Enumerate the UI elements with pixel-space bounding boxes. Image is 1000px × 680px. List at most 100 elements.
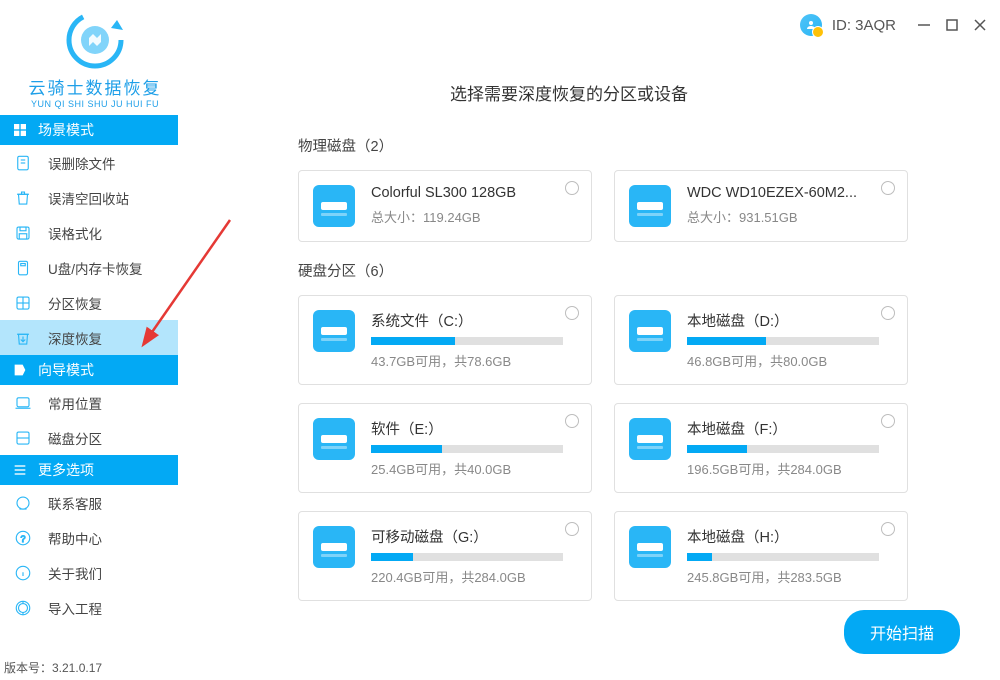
partition-usage: 245.8GB可用，共283.5GB (687, 567, 891, 586)
sidebar-item-usb-recovery[interactable]: U盘/内存卡恢复 (0, 250, 178, 285)
minimize-button[interactable] (914, 15, 934, 35)
radio-icon[interactable] (881, 414, 895, 428)
radio-icon[interactable] (565, 306, 579, 320)
sidebar-item-about[interactable]: 关于我们 (0, 555, 178, 590)
headset-icon (14, 494, 32, 512)
sidebar-item-label: 深度恢复 (48, 328, 102, 348)
info-icon (14, 564, 32, 582)
radio-icon[interactable] (565, 414, 579, 428)
section-physical-label: 物理磁盘（2） (298, 135, 960, 156)
sidebar-item-formatted[interactable]: 误格式化 (0, 215, 178, 250)
help-icon: ? (14, 529, 32, 547)
drive-icon (629, 185, 671, 227)
sidebar-item-deleted-files[interactable]: 误删除文件 (0, 145, 178, 180)
partition-card[interactable]: 本地磁盘（H:） 245.8GB可用，共283.5GB (614, 511, 908, 601)
sidebar-item-label: 误删除文件 (48, 153, 116, 173)
usage-bar (371, 337, 563, 345)
sidebar-item-partition-recovery[interactable]: 分区恢复 (0, 285, 178, 320)
start-scan-button[interactable]: 开始扫描 (844, 610, 960, 654)
sidebar-header-label: 场景模式 (38, 120, 94, 140)
sidebar-item-deep-recovery[interactable]: 深度恢复 (0, 320, 178, 355)
partition-icon (14, 294, 32, 312)
sidebar-item-recycle-bin[interactable]: 误清空回收站 (0, 180, 178, 215)
sidebar-item-label: 联系客服 (48, 493, 102, 513)
user-id-label: ID: 3AQR (832, 17, 896, 34)
partition-title: 本地磁盘（F:） (687, 418, 891, 439)
drive-icon (313, 185, 355, 227)
svg-text:?: ? (20, 533, 25, 543)
usage-bar (687, 553, 879, 561)
partition-title: 系统文件（C:） (371, 310, 575, 331)
sidebar-item-label: 误清空回收站 (48, 188, 129, 208)
main-panel: 选择需要深度恢复的分区或设备 物理磁盘（2） Colorful SL300 12… (178, 60, 1000, 680)
partition-usage: 25.4GB可用，共40.0GB (371, 459, 575, 478)
user-id-icon (800, 14, 822, 36)
drive-icon (313, 418, 355, 460)
sidebar-item-common-location[interactable]: 常用位置 (0, 385, 178, 420)
partition-card[interactable]: 本地磁盘（D:） 46.8GB可用，共80.0GB (614, 295, 908, 385)
section-partition-label: 硬盘分区（6） (298, 260, 960, 281)
disk-icon (14, 429, 32, 447)
partition-usage: 43.7GB可用，共78.6GB (371, 351, 575, 370)
sidebar-item-import[interactable]: 导入工程 (0, 590, 178, 625)
close-button[interactable] (970, 15, 990, 35)
partition-title: 软件（E:） (371, 418, 575, 439)
drive-icon (629, 310, 671, 352)
usb-icon (14, 259, 32, 277)
trash-icon (14, 189, 32, 207)
sidebar-item-label: 磁盘分区 (48, 428, 102, 448)
partition-card[interactable]: 可移动磁盘（G:） 220.4GB可用，共284.0GB (298, 511, 592, 601)
sidebar-item-label: 误格式化 (48, 223, 102, 243)
sidebar-item-help[interactable]: ? 帮助中心 (0, 520, 178, 555)
sidebar-header-wizard[interactable]: 向导模式 (0, 355, 178, 385)
sidebar-item-label: 导入工程 (48, 598, 102, 618)
app-logo: 云骑士数据恢复 YUN QI SHI SHU JU HUI FU (20, 10, 170, 109)
partition-title: 本地磁盘（H:） (687, 526, 891, 547)
version-label: 版本号：3.21.0.17 (4, 659, 102, 676)
drive-icon (313, 526, 355, 568)
usage-bar (687, 337, 879, 345)
maximize-button[interactable] (942, 15, 962, 35)
partition-usage: 220.4GB可用，共284.0GB (371, 567, 575, 586)
usage-bar (371, 445, 563, 453)
sidebar-header-more[interactable]: 更多选项 (0, 455, 178, 485)
sidebar-header-label: 更多选项 (38, 460, 94, 480)
physical-disk-card[interactable]: WDC WD10EZEX-60M2... 总大小：931.51GB (614, 170, 908, 242)
radio-icon[interactable] (881, 306, 895, 320)
sidebar-item-label: 常用位置 (48, 393, 102, 413)
disk-size: 总大小：119.24GB (371, 207, 575, 226)
drive-icon (629, 418, 671, 460)
radio-icon[interactable] (881, 522, 895, 536)
radio-icon[interactable] (565, 181, 579, 195)
partition-card[interactable]: 本地磁盘（F:） 196.5GB可用，共284.0GB (614, 403, 908, 493)
usage-bar (687, 445, 879, 453)
sidebar-item-disk-partition[interactable]: 磁盘分区 (0, 420, 178, 455)
sidebar-header-label: 向导模式 (38, 360, 94, 380)
sidebar-item-label: 分区恢复 (48, 293, 102, 313)
partition-usage: 46.8GB可用，共80.0GB (687, 351, 891, 370)
file-icon (14, 154, 32, 172)
disk-size: 总大小：931.51GB (687, 207, 891, 226)
disk-title: Colorful SL300 128GB (371, 185, 575, 201)
partition-card[interactable]: 软件（E:） 25.4GB可用，共40.0GB (298, 403, 592, 493)
radio-icon[interactable] (881, 181, 895, 195)
page-title: 选择需要深度恢复的分区或设备 (178, 80, 960, 105)
disk-title: WDC WD10EZEX-60M2... (687, 185, 891, 201)
sidebar-item-contact[interactable]: 联系客服 (0, 485, 178, 520)
partition-title: 可移动磁盘（G:） (371, 526, 575, 547)
location-icon (14, 394, 32, 412)
save-icon (14, 224, 32, 242)
physical-disk-card[interactable]: Colorful SL300 128GB 总大小：119.24GB (298, 170, 592, 242)
drive-icon (313, 310, 355, 352)
deep-recovery-icon (14, 329, 32, 347)
sidebar-header-scene[interactable]: 场景模式 (0, 115, 178, 145)
drive-icon (629, 526, 671, 568)
partition-usage: 196.5GB可用，共284.0GB (687, 459, 891, 478)
usage-bar (371, 553, 563, 561)
radio-icon[interactable] (565, 522, 579, 536)
sidebar-item-label: 帮助中心 (48, 528, 102, 548)
sidebar-item-label: 关于我们 (48, 563, 102, 583)
import-icon (14, 599, 32, 617)
sidebar-item-label: U盘/内存卡恢复 (48, 258, 143, 278)
partition-card[interactable]: 系统文件（C:） 43.7GB可用，共78.6GB (298, 295, 592, 385)
